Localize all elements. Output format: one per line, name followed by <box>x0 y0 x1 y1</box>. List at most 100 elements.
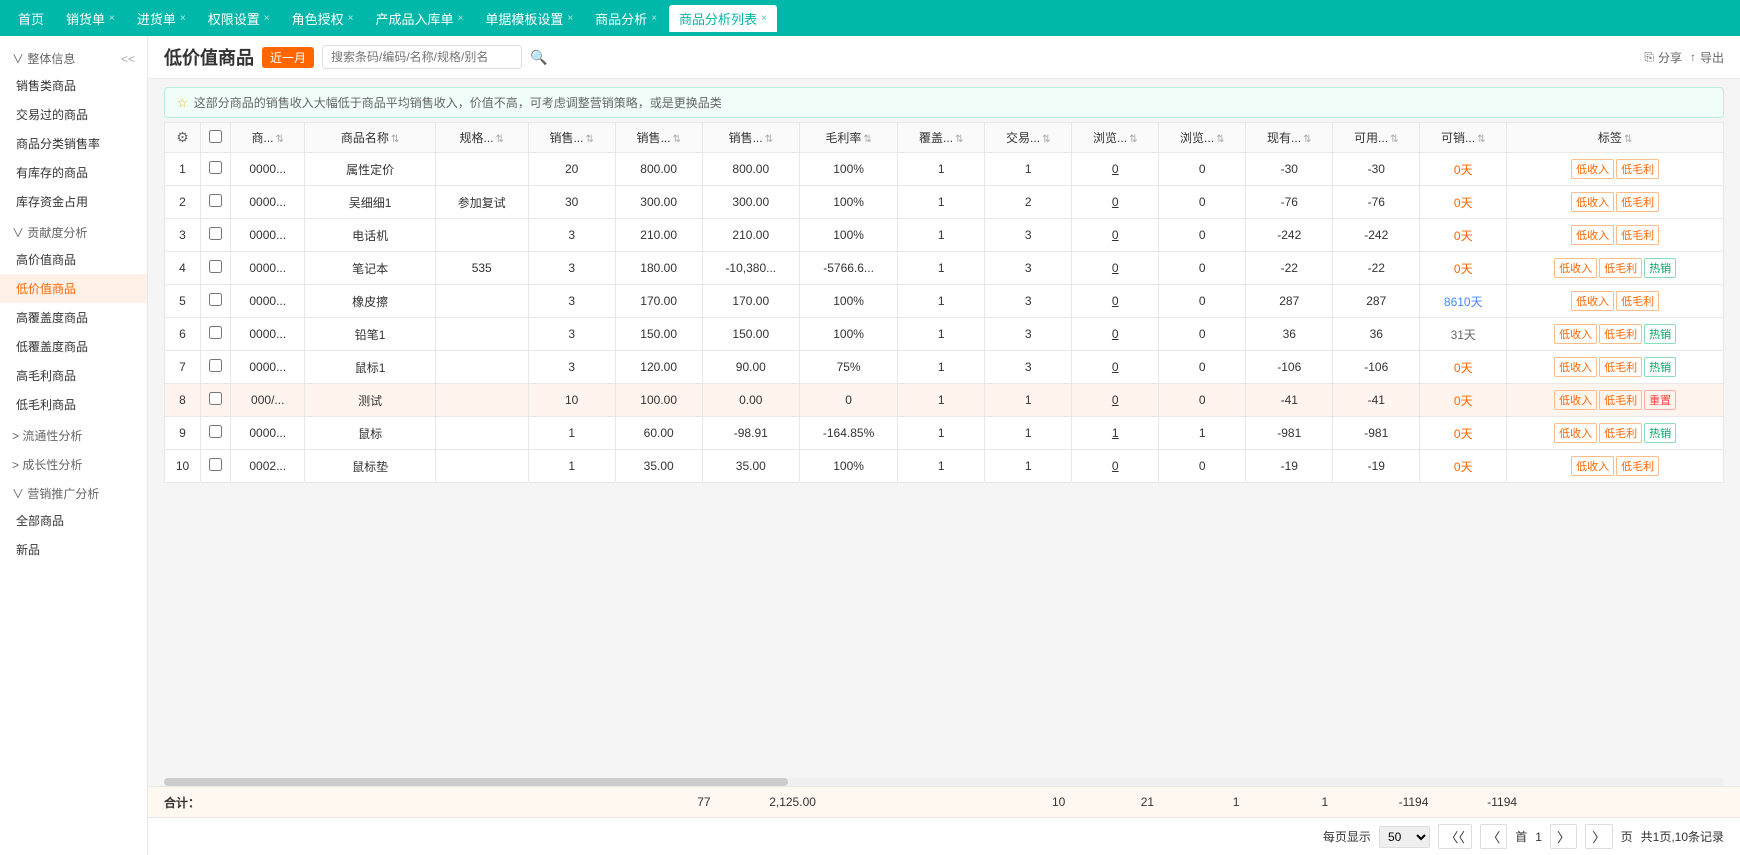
row-select[interactable] <box>209 458 222 471</box>
row-checkbox[interactable] <box>201 252 231 285</box>
row-avail: -30 <box>1333 153 1420 186</box>
row-select[interactable] <box>209 194 222 207</box>
close-icon[interactable]: × <box>348 13 354 24</box>
search-icon[interactable]: 🔍 <box>530 49 547 66</box>
first-page-button[interactable]: 〈〈 <box>1438 824 1472 849</box>
sidebar-item-low-margin[interactable]: 低毛利商品 <box>0 390 147 419</box>
nav-product-in[interactable]: 产成品入库单 × <box>365 5 473 32</box>
nav-home[interactable]: 首页 <box>8 5 54 32</box>
share-button[interactable]: ⎘ 分享 <box>1644 49 1682 66</box>
row-select[interactable] <box>209 359 222 372</box>
row-select[interactable] <box>209 161 222 174</box>
nav-goods-analysis[interactable]: 商品分析 × <box>585 5 667 32</box>
select-all-checkbox[interactable] <box>209 130 222 143</box>
close-icon[interactable]: × <box>264 13 270 24</box>
sidebar-group-marketing[interactable]: ∨ 营销推广分析 <box>0 477 147 506</box>
row-select[interactable] <box>209 392 222 405</box>
row-checkbox[interactable] <box>201 417 231 450</box>
sidebar-group-circulation[interactable]: > 流通性分析 <box>0 419 147 448</box>
row-browse1[interactable]: 0 <box>1072 252 1159 285</box>
collapse-icon[interactable]: << <box>121 52 135 66</box>
row-gross: 100% <box>799 285 897 318</box>
row-browse1[interactable]: 0 <box>1072 186 1159 219</box>
row-code: 000/... <box>231 384 305 417</box>
page-size-select[interactable]: 50 100 200 <box>1379 826 1430 848</box>
row-gross: 75% <box>799 351 897 384</box>
sidebar-item-stock-goods[interactable]: 有库存的商品 <box>0 158 147 187</box>
sidebar-item-all-goods[interactable]: 全部商品 <box>0 506 147 535</box>
time-badge[interactable]: 近一月 <box>262 47 314 68</box>
row-checkbox[interactable] <box>201 450 231 483</box>
row-select[interactable] <box>209 227 222 240</box>
row-checkbox[interactable] <box>201 351 231 384</box>
row-tags: 低收入低毛利 <box>1507 186 1724 219</box>
row-browse1[interactable]: 0 <box>1072 450 1159 483</box>
search-input[interactable] <box>322 45 522 69</box>
row-checkbox[interactable] <box>201 153 231 186</box>
row-cover: 1 <box>898 318 985 351</box>
row-checkbox[interactable] <box>201 318 231 351</box>
row-checkbox[interactable] <box>201 219 231 252</box>
row-browse1[interactable]: 0 <box>1072 318 1159 351</box>
close-icon[interactable]: × <box>180 13 186 24</box>
sidebar-group-contribution[interactable]: ∨ 贡献度分析 <box>0 216 147 245</box>
row-avail: -76 <box>1333 186 1420 219</box>
row-browse2: 0 <box>1159 153 1246 186</box>
row-select[interactable] <box>209 425 222 438</box>
row-checkbox[interactable] <box>201 384 231 417</box>
close-icon[interactable]: × <box>567 13 573 24</box>
row-cover: 1 <box>898 384 985 417</box>
sidebar-item-high-value[interactable]: 高价值商品 <box>0 245 147 274</box>
close-icon[interactable]: × <box>457 13 463 24</box>
sidebar-item-category-rate[interactable]: 商品分类销售率 <box>0 129 147 158</box>
row-spec: 535 <box>435 252 528 285</box>
row-browse1[interactable]: 0 <box>1072 384 1159 417</box>
sidebar-item-high-coverage[interactable]: 高覆盖度商品 <box>0 303 147 332</box>
row-gross: 0 <box>799 384 897 417</box>
row-cover: 1 <box>898 219 985 252</box>
row-select[interactable] <box>209 293 222 306</box>
sidebar-item-new-goods[interactable]: 新品 <box>0 535 147 564</box>
sidebar-item-high-margin[interactable]: 高毛利商品 <box>0 361 147 390</box>
close-icon[interactable]: × <box>651 13 657 24</box>
row-browse1[interactable]: 0 <box>1072 285 1159 318</box>
nav-purchase[interactable]: 进货单 × <box>127 5 196 32</box>
sidebar-item-sales-goods[interactable]: 销售类商品 <box>0 71 147 100</box>
close-icon[interactable]: × <box>109 13 115 24</box>
row-days: 31天 <box>1420 318 1507 351</box>
row-browse1[interactable]: 0 <box>1072 351 1159 384</box>
sidebar-group-growth[interactable]: > 成长性分析 <box>0 448 147 477</box>
row-select[interactable] <box>209 260 222 273</box>
nav-sales[interactable]: 销货单 × <box>56 5 125 32</box>
sidebar-group-overall[interactable]: ∨ 整体信息 << <box>0 42 147 71</box>
export-button[interactable]: ↑ 导出 <box>1690 49 1724 66</box>
nav-template[interactable]: 单据模板设置 × <box>475 5 583 32</box>
tag: 重置 <box>1644 390 1676 410</box>
row-checkbox[interactable] <box>201 285 231 318</box>
row-stock: 287 <box>1246 285 1333 318</box>
row-browse1[interactable]: 1 <box>1072 417 1159 450</box>
horizontal-scrollbar[interactable] <box>164 778 1724 786</box>
col-gross: 毛利率⇅ <box>799 123 897 153</box>
row-name: 属性定价 <box>305 153 435 186</box>
nav-permissions[interactable]: 权限设置 × <box>198 5 280 32</box>
row-browse1[interactable]: 0 <box>1072 153 1159 186</box>
scrollbar-thumb[interactable] <box>164 778 788 786</box>
settings-icon[interactable]: ⚙ <box>176 129 189 145</box>
nav-role-auth[interactable]: 角色授权 × <box>282 5 364 32</box>
row-select[interactable] <box>209 326 222 339</box>
nav-goods-analysis-list[interactable]: 商品分析列表 × <box>669 5 777 32</box>
next-page-button[interactable]: 〉 <box>1550 824 1577 849</box>
row-days: 0天 <box>1420 384 1507 417</box>
last-page-button[interactable]: 〉 <box>1585 824 1612 849</box>
row-trade: 1 <box>985 450 1072 483</box>
row-browse1[interactable]: 0 <box>1072 219 1159 252</box>
close-icon[interactable]: × <box>761 13 767 24</box>
prev-page-button[interactable]: 〈 <box>1480 824 1507 849</box>
tag: 热销 <box>1644 357 1676 377</box>
sidebar-item-low-coverage[interactable]: 低覆盖度商品 <box>0 332 147 361</box>
sidebar-item-traded-goods[interactable]: 交易过的商品 <box>0 100 147 129</box>
row-checkbox[interactable] <box>201 186 231 219</box>
sidebar-item-low-value[interactable]: 低价值商品 <box>0 274 147 303</box>
sidebar-item-stock-capital[interactable]: 库存资金占用 <box>0 187 147 216</box>
